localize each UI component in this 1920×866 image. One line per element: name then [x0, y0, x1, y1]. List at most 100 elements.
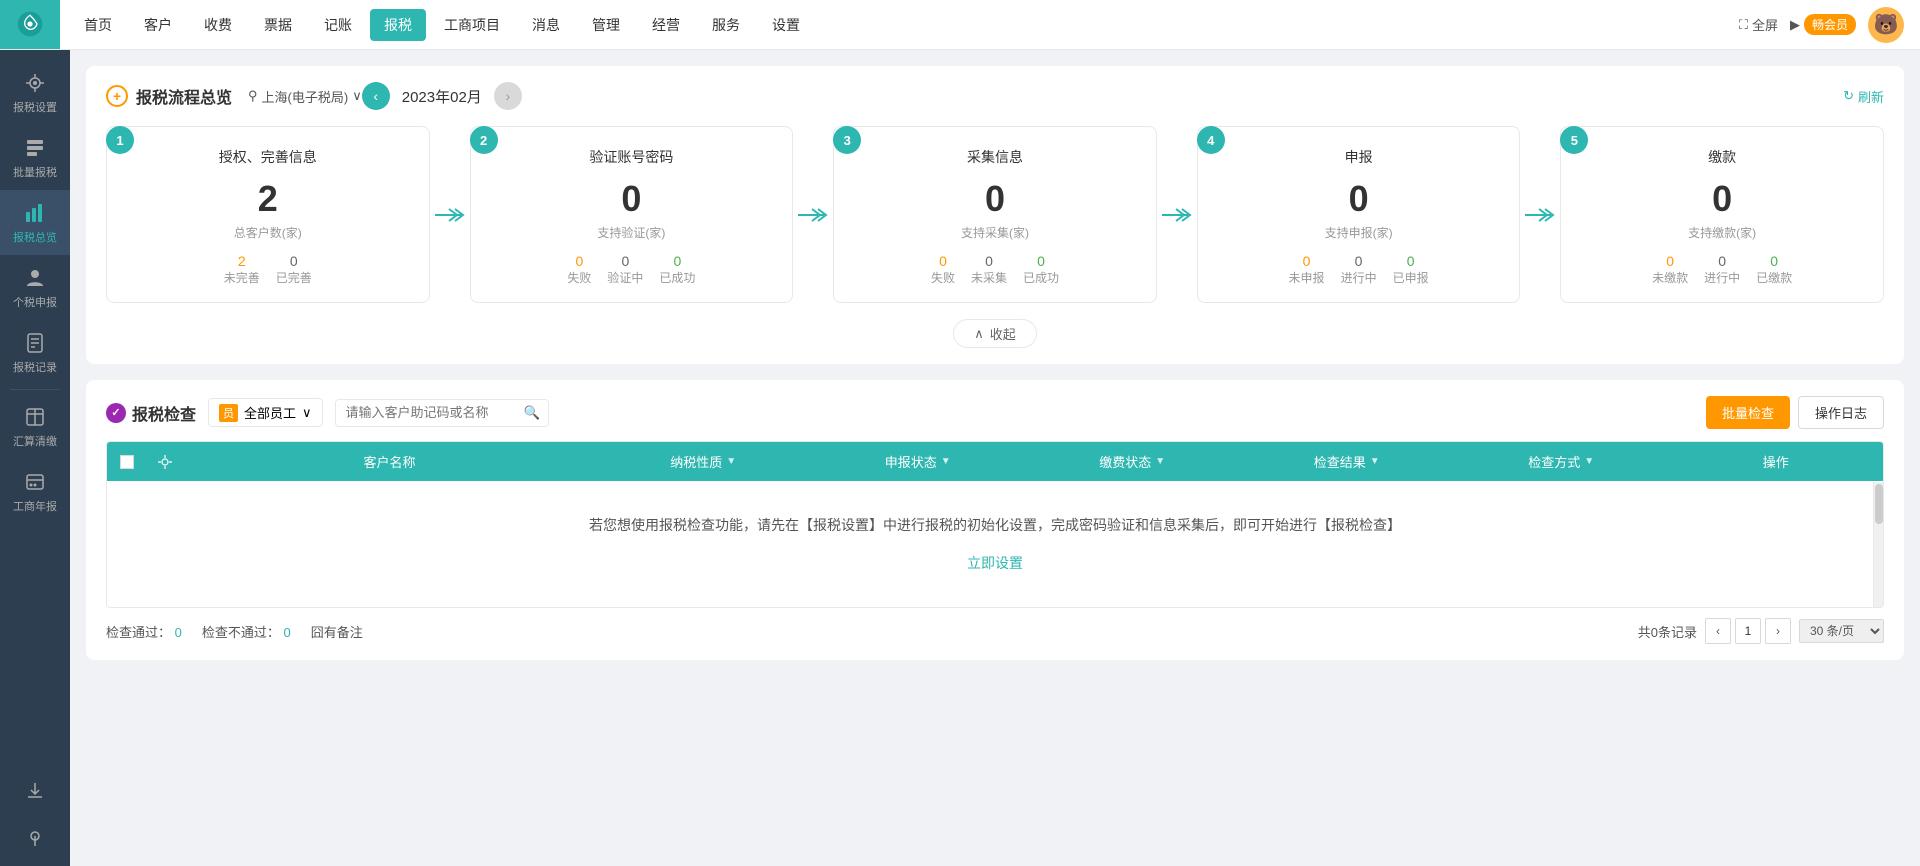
step-2-stat-0-label: 失败 [567, 269, 591, 286]
nav-home[interactable]: 首页 [70, 9, 126, 41]
nav-message[interactable]: 消息 [518, 9, 574, 41]
step-3-stat-2: 0 已成功 [1023, 253, 1059, 286]
personal-tax-icon [23, 266, 47, 290]
sidebar-item-download[interactable] [0, 770, 70, 810]
step-2-stat-0-num: 0 [567, 253, 591, 269]
nav-settings[interactable]: 设置 [758, 9, 814, 41]
failed-count[interactable]: 0 [284, 625, 291, 640]
prev-page-button[interactable]: ‹ [1705, 618, 1731, 644]
th-settings[interactable] [147, 442, 183, 481]
sidebar-item-personal-tax[interactable]: 个税申报 [0, 255, 70, 320]
location-badge[interactable]: ⚲ 上海(电子税局) ∨ [248, 87, 362, 106]
sidebar-item-tax-settings[interactable]: 报税设置 [0, 60, 70, 125]
prev-month-button[interactable]: ‹ [362, 82, 390, 110]
step-4-num: 4 [1197, 126, 1225, 154]
nav-bookkeeping[interactable]: 记账 [310, 9, 366, 41]
month-label: 2023年02月 [402, 86, 482, 107]
nav-manage[interactable]: 管理 [578, 9, 634, 41]
step-2-count: 0 [487, 177, 777, 220]
step-1-stat-0-label: 未完善 [224, 269, 260, 286]
play-icon: ▶ [1790, 17, 1800, 33]
employee-filter[interactable]: 员 全部员工 ∨ [208, 398, 323, 427]
refresh-button[interactable]: ↻ 刷新 [1843, 87, 1884, 106]
step-3-stat-1-num: 0 [971, 253, 1007, 269]
batch-check-button[interactable]: 批量检查 [1706, 396, 1790, 429]
total-records: 共0条记录 [1638, 622, 1697, 641]
step-1-card: 1 授权、完善信息 2 总客户数(家) 2 未完善 0 已完善 [106, 126, 430, 303]
nav-commerce[interactable]: 工商项目 [430, 9, 514, 41]
avatar[interactable]: 🐻 [1868, 7, 1904, 43]
table-scrollbar[interactable] [1873, 482, 1883, 607]
step-3-card: 3 采集信息 0 支持采集(家) 0 失败 0 未采集 [833, 126, 1157, 303]
footer-right: 共0条记录 ‹ 1 › 30 条/页50 条/页100 条/页 [1638, 618, 1884, 644]
sidebar-item-annual-clear[interactable]: 汇算清缴 [0, 394, 70, 459]
check-table: 客户名称 纳税性质 ▼ 申报状态 ▼ 缴费状态 ▼ 检查 [106, 441, 1884, 608]
step-1-stats: 2 未完善 0 已完善 [123, 253, 413, 286]
download-icon [23, 778, 47, 802]
vip-button[interactable]: ▶ 畅会员 [1790, 14, 1856, 35]
step-2-title: 验证账号密码 [487, 147, 777, 167]
overview-title-text: 报税流程总览 [136, 84, 232, 108]
tax-settings-icon [23, 71, 47, 95]
sidebar-label-annual-clear: 汇算清缴 [13, 433, 57, 449]
step-3-stat-2-num: 0 [1023, 253, 1059, 269]
fullscreen-label: 全屏 [1752, 15, 1778, 34]
step-3-num: 3 [833, 126, 861, 154]
th-declare-status: 申报状态 ▼ [811, 442, 1026, 481]
scrollbar-thumb[interactable] [1875, 484, 1883, 524]
filter-icon-2[interactable]: ▼ [941, 456, 951, 467]
th-tax-type: 纳税性质 ▼ [596, 442, 811, 481]
step-4-stat-0-label: 未申报 [1289, 269, 1325, 286]
search-box: 🔍 [335, 399, 550, 427]
sidebar-item-commerce-annual[interactable]: 工商年报 [0, 459, 70, 524]
th-tax-type-label: 纳税性质 [670, 452, 722, 471]
nav-operation[interactable]: 经营 [638, 9, 694, 41]
per-page-select[interactable]: 30 条/页50 条/页100 条/页 [1799, 619, 1884, 643]
th-check-result-label: 检查结果 [1314, 452, 1366, 471]
th-checkbox[interactable] [107, 442, 147, 481]
next-page-button[interactable]: › [1765, 618, 1791, 644]
step-4-stat-1-label: 进行中 [1341, 269, 1377, 286]
operation-log-button[interactable]: 操作日志 [1798, 396, 1884, 429]
nav-customer[interactable]: 客户 [130, 9, 186, 41]
empty-message-text: 若您想使用报税检查功能，请先在【报税设置】中进行报税的初始化设置，完成密码验证和… [589, 511, 1401, 539]
empty-message: 若您想使用报税检查功能，请先在【报税设置】中进行报税的初始化设置，完成密码验证和… [589, 511, 1401, 577]
passed-count[interactable]: 0 [175, 625, 182, 640]
header-checkbox[interactable] [120, 455, 134, 469]
fullscreen-button[interactable]: ⛶ 全屏 [1739, 15, 1778, 34]
nav-tax[interactable]: 报税 [370, 9, 426, 41]
top-navigation: 首页 客户 收费 票据 记账 报税 工商项目 消息 管理 经营 服务 设置 ⛶ … [0, 0, 1920, 50]
step-3-title: 采集信息 [850, 147, 1140, 167]
filter-icon-5[interactable]: ▼ [1584, 456, 1594, 467]
setup-link[interactable]: 立即设置 [967, 555, 1023, 571]
current-page[interactable]: 1 [1735, 618, 1761, 644]
check-title-text: 报税检查 [132, 401, 196, 425]
sidebar-item-batch-tax[interactable]: 批量报税 [0, 125, 70, 190]
th-declare-status-label: 申报状态 [885, 452, 937, 471]
check-title: ✓ 报税检查 [106, 401, 196, 425]
chevron-down-icon: ∨ [352, 88, 362, 104]
filter-icon-1[interactable]: ▼ [726, 456, 736, 467]
nav-service[interactable]: 服务 [698, 9, 754, 41]
step-5-stat-2-label: 已缴款 [1756, 269, 1792, 286]
sidebar-item-tax-records[interactable]: 报税记录 [0, 320, 70, 385]
filter-icon-4[interactable]: ▼ [1370, 456, 1380, 467]
batch-tax-icon [23, 136, 47, 160]
search-input[interactable] [336, 400, 516, 425]
app-logo[interactable] [0, 0, 60, 50]
th-customer-label: 客户名称 [363, 452, 415, 471]
collapse-button[interactable]: ∧ 收起 [953, 319, 1037, 348]
step-4-stat-1-num: 0 [1341, 253, 1377, 269]
next-month-button[interactable]: › [494, 82, 522, 110]
search-button[interactable]: 🔍 [516, 400, 549, 426]
passed-label: 检查通过： 0 [106, 622, 182, 641]
location-text: 上海(电子税局) [262, 87, 349, 106]
fullscreen-icon: ⛶ [1739, 17, 1748, 33]
filter-icon-3[interactable]: ▼ [1155, 456, 1165, 467]
check-actions: 批量检查 操作日志 [1706, 396, 1884, 429]
nav-invoice[interactable]: 票据 [250, 9, 306, 41]
step-1-title: 授权、完善信息 [123, 147, 413, 167]
nav-fee[interactable]: 收费 [190, 9, 246, 41]
sidebar-item-tax-overview[interactable]: 报税总览 [0, 190, 70, 255]
sidebar-item-location[interactable] [0, 818, 70, 858]
